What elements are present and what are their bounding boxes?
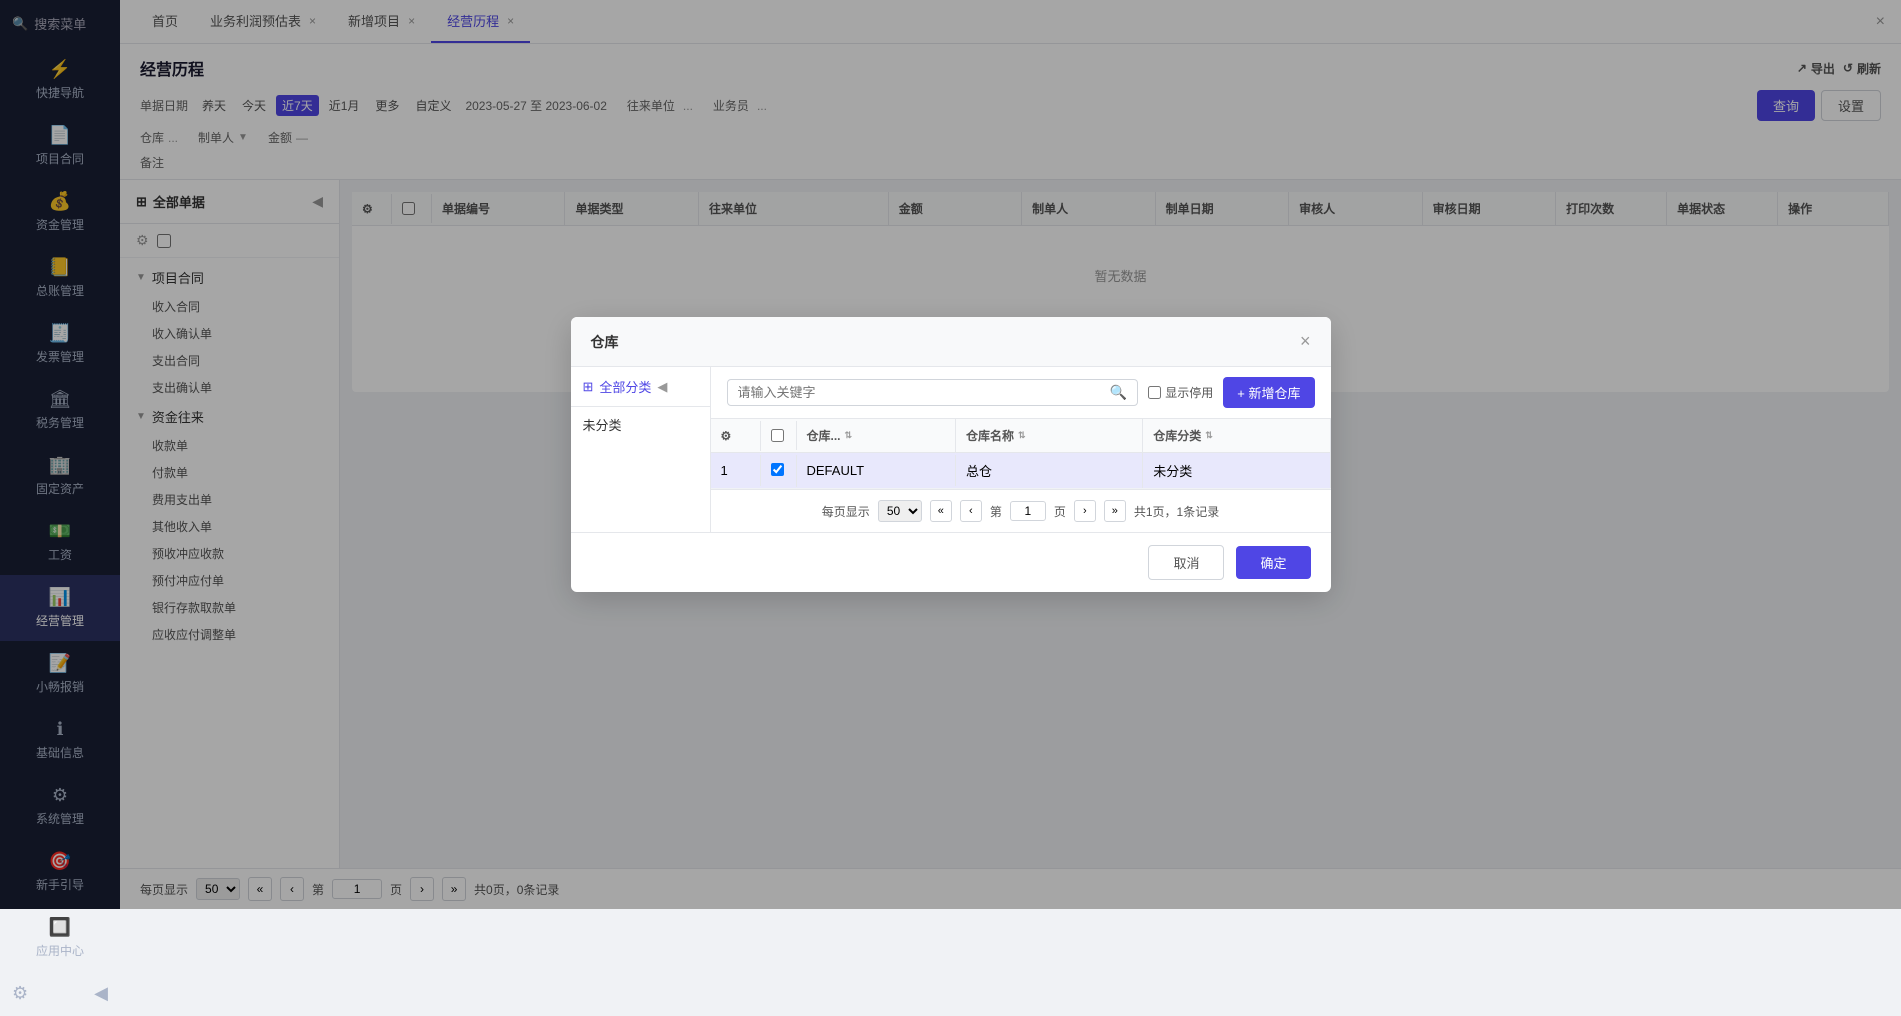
warehouse-th-category[interactable]: 仓库分类 ⇅ <box>1143 419 1330 452</box>
modal-header: 仓库 × <box>571 317 1331 367</box>
modal-footer: 取消 确定 <box>571 532 1331 592</box>
modal-body: ⊞ 全部分类 ◀ 未分类 🔍 显示停用 <box>571 367 1331 532</box>
warehouse-search-box[interactable]: 🔍 <box>727 379 1139 406</box>
modal-toolbar: 🔍 显示停用 + 新增仓库 <box>711 367 1331 419</box>
sort-icon-code: ⇅ <box>845 430 853 441</box>
warehouse-select-all[interactable] <box>771 429 784 442</box>
search-icon-modal: 🔍 <box>1110 384 1127 401</box>
warehouse-row-1[interactable]: 1 DEFAULT 总仓 未分类 <box>711 453 1331 489</box>
warehouse-table-header: ⚙ 仓库... ⇅ 仓库名称 ⇅ 仓库分类 <box>711 419 1331 453</box>
show-disabled-checkbox[interactable] <box>1148 386 1161 399</box>
warehouse-th-code[interactable]: 仓库... ⇅ <box>797 419 957 452</box>
warehouse-search-input[interactable] <box>738 385 1104 400</box>
modal-left-collapse-icon[interactable]: ◀ <box>657 379 667 395</box>
modal-page-label: 第 <box>990 503 1002 520</box>
modal-overlay[interactable]: 仓库 × ⊞ 全部分类 ◀ 未分类 <box>0 0 1901 909</box>
modal-per-page-select[interactable]: 50 <box>878 500 922 522</box>
warehouse-row-1-checkbox[interactable] <box>771 463 784 476</box>
modal-category-unclassified[interactable]: 未分类 <box>571 407 710 442</box>
sidebar-item-label: 应用中心 <box>36 942 84 959</box>
warehouse-th-checkbox <box>761 421 797 450</box>
settings-icon[interactable]: ⚙ <box>12 983 28 1004</box>
modal-confirm-btn[interactable]: 确定 <box>1236 546 1310 579</box>
grid-icon-modal: ⊞ <box>583 379 594 395</box>
warehouse-modal: 仓库 × ⊞ 全部分类 ◀ 未分类 <box>571 317 1331 592</box>
modal-cancel-btn[interactable]: 取消 <box>1148 545 1224 580</box>
modal-next-page-btn[interactable]: › <box>1074 500 1096 522</box>
warehouse-th-name-label: 仓库名称 <box>966 427 1014 444</box>
sidebar-item-app-center[interactable]: 🔲 应用中心 <box>0 905 120 971</box>
warehouse-th-name[interactable]: 仓库名称 ⇅ <box>956 419 1143 452</box>
modal-total-info: 共1页，1条记录 <box>1134 503 1219 520</box>
show-disabled-label: 显示停用 <box>1165 384 1213 401</box>
modal-left-header[interactable]: ⊞ 全部分类 ◀ <box>571 367 710 407</box>
modal-left-panel: ⊞ 全部分类 ◀ 未分类 <box>571 367 711 532</box>
sort-icon-name: ⇅ <box>1018 430 1026 441</box>
modal-pagination: 每页显示 50 « ‹ 第 页 › » 共1页，1条记录 <box>711 489 1331 532</box>
warehouse-row-name: 总仓 <box>956 453 1143 488</box>
modal-first-page-btn[interactable]: « <box>930 500 952 522</box>
warehouse-row-checkbox[interactable] <box>761 455 797 487</box>
sidebar-bottom: ⚙ ◀ <box>0 971 120 1016</box>
modal-last-page-btn[interactable]: » <box>1104 500 1126 522</box>
warehouse-table: ⚙ 仓库... ⇅ 仓库名称 ⇅ 仓库分类 <box>711 419 1331 489</box>
warehouse-th-code-label: 仓库... <box>807 427 841 444</box>
app-center-icon: 🔲 <box>49 917 71 938</box>
warehouse-th-category-label: 仓库分类 <box>1153 427 1201 444</box>
modal-page-num-input[interactable] <box>1010 501 1046 521</box>
modal-all-label: 全部分类 <box>599 377 651 396</box>
modal-prev-page-btn[interactable]: ‹ <box>960 500 982 522</box>
sort-icon-category: ⇅ <box>1205 430 1213 441</box>
warehouse-row-category: 未分类 <box>1143 453 1330 488</box>
warehouse-row-seq: 1 <box>711 455 761 486</box>
warehouse-th-gear: ⚙ <box>711 421 761 451</box>
modal-unclassified-label: 未分类 <box>583 418 622 433</box>
modal-per-page-label: 每页显示 <box>822 503 870 520</box>
warehouse-row-code: DEFAULT <box>797 455 957 486</box>
collapse-icon[interactable]: ◀ <box>94 983 108 1004</box>
add-warehouse-btn[interactable]: + 新增仓库 <box>1223 377 1314 408</box>
show-disabled-group: 显示停用 <box>1148 384 1213 401</box>
modal-close-btn[interactable]: × <box>1300 331 1311 352</box>
modal-page-suffix: 页 <box>1054 503 1066 520</box>
modal-right-panel: 🔍 显示停用 + 新增仓库 ⚙ <box>711 367 1331 532</box>
modal-title: 仓库 <box>591 332 619 352</box>
